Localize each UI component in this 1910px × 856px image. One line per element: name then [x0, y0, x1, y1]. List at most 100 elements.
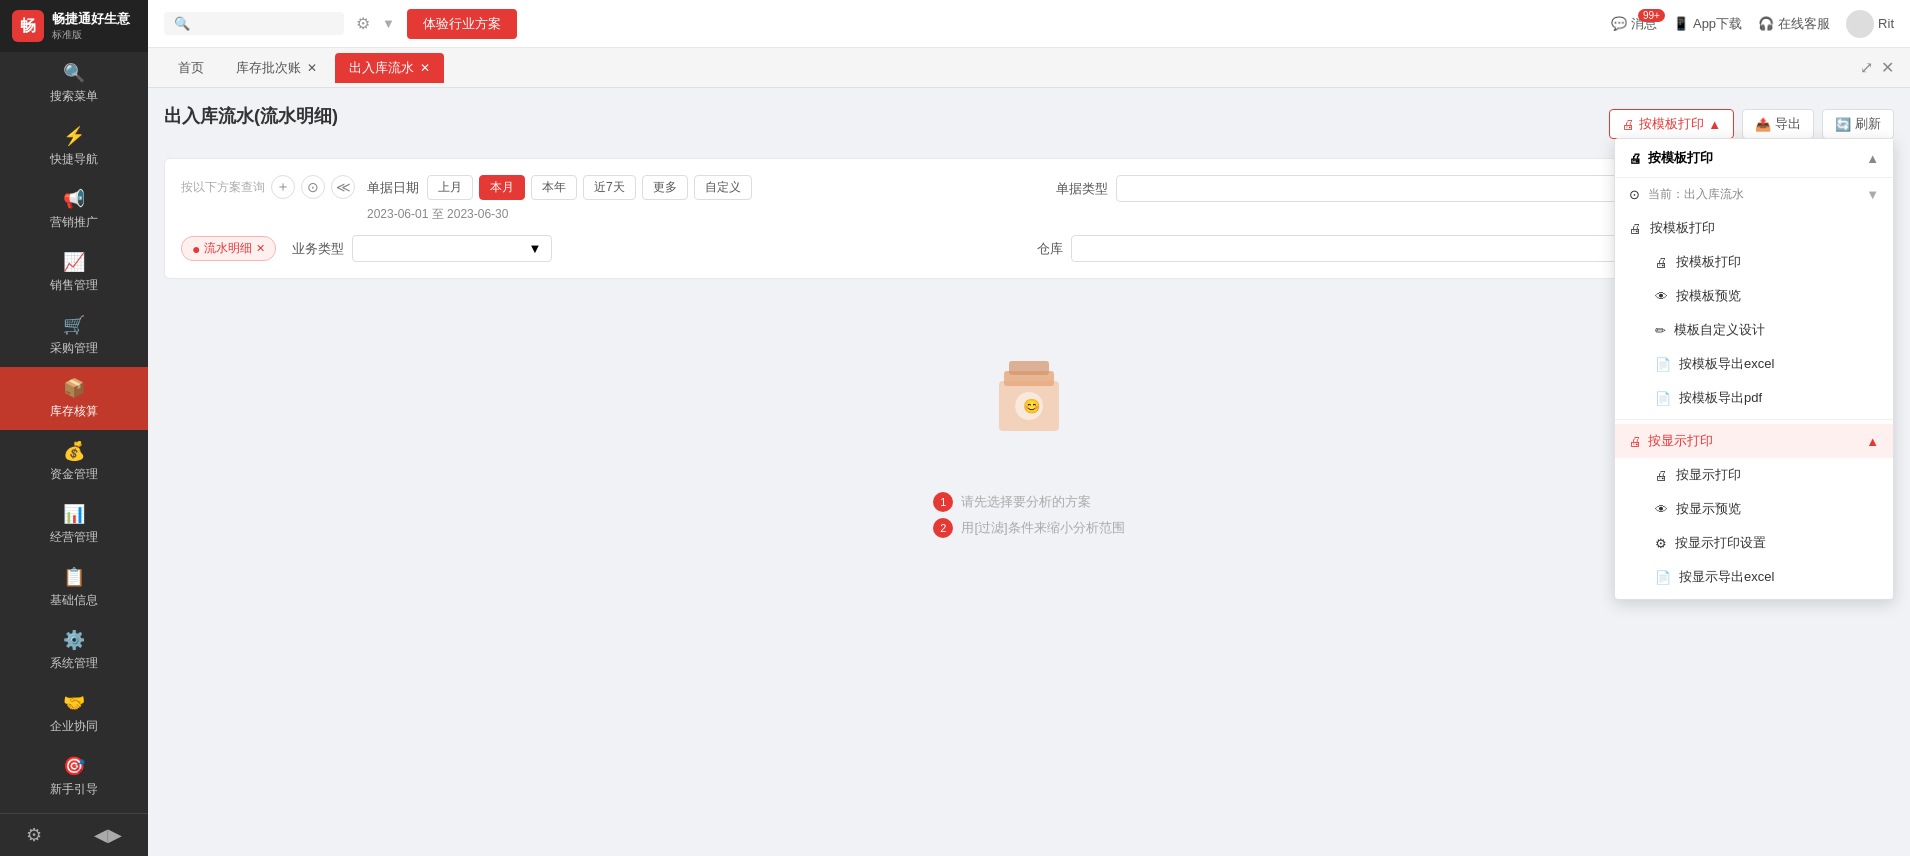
sidebar-item-collab[interactable]: 🤝 企业协同 [0, 682, 148, 745]
app-download-label: App下载 [1693, 15, 1742, 33]
chevron-up-icon: ▲ [1708, 117, 1721, 132]
template-preview-icon: 👁 [1655, 289, 1668, 304]
sidebar-item-search[interactable]: 🔍 搜索菜单 [0, 52, 148, 115]
display-preview-item[interactable]: 👁 按显示预览 [1615, 492, 1893, 526]
display-export-pdf-item[interactable]: 📄 按显示导出pdf [1615, 594, 1893, 599]
sidebar-item-marketing[interactable]: 📢 营销推广 [0, 178, 148, 241]
sidebar-label-guide: 新手引导 [50, 781, 98, 798]
biz-type-select[interactable]: ▼ [352, 235, 552, 262]
export-btn[interactable]: 📤 导出 [1742, 109, 1814, 139]
add-filter-btn[interactable]: ＋ [271, 175, 295, 199]
display-print-group-icon: 🖨 [1629, 434, 1642, 449]
sidebar-item-basic[interactable]: 📋 基础信息 [0, 556, 148, 619]
sidebar-item-system[interactable]: ⚙️ 系统管理 [0, 619, 148, 682]
sidebar-settings-icon[interactable]: ⚙ [26, 824, 42, 846]
sidebar-label-collab: 企业协同 [50, 718, 98, 735]
sidebar-collapse-icon[interactable]: ◀▶ [94, 824, 122, 846]
empty-step1: 1 请先选择要分析的方案 [933, 492, 1124, 512]
sidebar-item-inventory[interactable]: 📦 库存核算 [0, 367, 148, 430]
date-btn-7days[interactable]: 近7天 [583, 175, 636, 200]
current-chevron[interactable]: ▼ [1866, 187, 1879, 202]
date-btn-last-month[interactable]: 上月 [427, 175, 473, 200]
display-print-item[interactable]: 🖨 按显示打印 [1615, 458, 1893, 492]
online-service-btn[interactable]: 🎧 在线客服 [1758, 15, 1830, 33]
filter-tag[interactable]: ● 流水明细 ✕ [181, 236, 276, 261]
display-print-settings-item[interactable]: ⚙ 按显示打印设置 [1615, 526, 1893, 560]
tag-close-icon[interactable]: ✕ [256, 242, 265, 255]
date-btn-this-month[interactable]: 本月 [479, 175, 525, 200]
lightning-icon: ⚡ [63, 125, 85, 147]
template-export-pdf-item[interactable]: 📄 按模板导出pdf [1615, 381, 1893, 415]
app-download-btn[interactable]: 📱 App下载 [1673, 15, 1742, 33]
sidebar-item-purchase[interactable]: 🛒 采购管理 [0, 304, 148, 367]
notification-btn[interactable]: 💬 消息 99+ [1611, 15, 1657, 33]
notification-badge: 99+ [1638, 9, 1665, 22]
template-export-excel-item[interactable]: 📄 按模板导出excel [1615, 347, 1893, 381]
template-export-excel-label: 按模板导出excel [1679, 355, 1774, 373]
date-btn-custom[interactable]: 自定义 [694, 175, 752, 200]
display-preview-icon: 👁 [1655, 502, 1668, 517]
refresh-btn[interactable]: 🔄 刷新 [1822, 109, 1894, 139]
sidebar-label-finance: 资金管理 [50, 466, 98, 483]
bell-icon: 💬 [1611, 16, 1627, 31]
topbar-divider-icon: ▼ [382, 16, 395, 31]
sidebar-bottom: ⚙ ◀▶ [0, 813, 148, 856]
sidebar-item-finance[interactable]: 💰 资金管理 [0, 430, 148, 493]
filter-more-btn[interactable]: ≪ [331, 175, 355, 199]
sidebar-label-purchase: 采购管理 [50, 340, 98, 357]
search-input[interactable] [196, 16, 316, 31]
sidebar-label-system: 系统管理 [50, 655, 98, 672]
dropdown-title: 按模板打印 [1648, 149, 1713, 167]
dropdown-scroll: 🖨 按模板打印 ▲ ⊙ 当前：出入库流水 ▼ 🖨 按模板打印 [1615, 139, 1893, 599]
date-options: 上月 本月 本年 近7天 更多 自定义 [427, 175, 752, 200]
page-content: 出入库流水(流水明细) 🖨 按模板打印 ▲ 📤 导出 🔄 刷新 [148, 88, 1910, 856]
display-print-chevron[interactable]: ▲ [1866, 434, 1879, 449]
tab-inventory-batch-close[interactable]: ✕ [307, 61, 317, 75]
display-print-group[interactable]: 🖨 按显示打印 ▲ [1615, 424, 1893, 458]
template-export-pdf-label: 按模板导出pdf [1679, 389, 1762, 407]
tab-close-all-btn[interactable]: ✕ [1881, 58, 1894, 77]
sidebar-item-quick-nav[interactable]: ⚡ 快捷导航 [0, 115, 148, 178]
sidebar-label-operation: 经营管理 [50, 529, 98, 546]
template-custom-item[interactable]: ✏ 模板自定义设计 [1615, 313, 1893, 347]
sidebar-label-quick-nav: 快捷导航 [50, 151, 98, 168]
template-print-item[interactable]: 🖨 按模板打印 [1615, 245, 1893, 279]
filter-settings-btn[interactable]: ⊙ [301, 175, 325, 199]
warehouse-label: 仓库 [1037, 240, 1063, 258]
display-export-excel-item[interactable]: 📄 按显示导出excel [1615, 560, 1893, 594]
search-box[interactable]: 🔍 [164, 12, 344, 35]
industry-btn[interactable]: 体验行业方案 [407, 9, 517, 39]
tab-home[interactable]: 首页 [164, 53, 218, 83]
tab-expand-btn[interactable]: ⤢ [1860, 58, 1873, 77]
sidebar-item-guide[interactable]: 🎯 新手引导 [0, 745, 148, 808]
tab-inventory-batch[interactable]: 库存批次账 ✕ [222, 53, 331, 83]
template-print-group-label: 按模板打印 [1650, 219, 1715, 237]
tab-inout-flow-close[interactable]: ✕ [420, 61, 430, 75]
tab-inout-flow[interactable]: 出入库流水 ✕ [335, 53, 444, 83]
tab-inventory-batch-label: 库存批次账 [236, 59, 301, 77]
refresh-icon: 🔄 [1835, 117, 1851, 132]
template-print-group[interactable]: 🖨 按模板打印 [1615, 211, 1893, 245]
empty-illustration: 😊 [979, 351, 1079, 470]
date-filter-label: 单据日期 [367, 179, 419, 197]
online-service-label: 在线客服 [1778, 15, 1830, 33]
display-print-label: 按显示打印 [1676, 466, 1741, 484]
topbar-gear-icon[interactable]: ⚙ [356, 14, 370, 33]
sidebar-item-operation[interactable]: 📊 经营管理 [0, 493, 148, 556]
sidebar-label-search: 搜索菜单 [50, 88, 98, 105]
sidebar: 畅 畅捷通好生意 标准版 🔍 搜索菜单 ⚡ 快捷导航 📢 营销推广 📈 销售管理… [0, 0, 148, 856]
template-custom-icon: ✏ [1655, 323, 1666, 338]
date-btn-more[interactable]: 更多 [642, 175, 688, 200]
print-dropdown-btn[interactable]: 🖨 按模板打印 ▲ [1609, 109, 1734, 139]
date-btn-this-year[interactable]: 本年 [531, 175, 577, 200]
template-preview-item[interactable]: 👁 按模板预览 [1615, 279, 1893, 313]
display-export-excel-label: 按显示导出excel [1679, 568, 1774, 586]
sidebar-item-sales[interactable]: 📈 销售管理 [0, 241, 148, 304]
template-excel-icon: 📄 [1655, 357, 1671, 372]
sidebar-label-marketing: 营销推广 [50, 214, 98, 231]
dropdown-chevron-up[interactable]: ▲ [1866, 151, 1879, 166]
logo-icon: 畅 [12, 10, 44, 42]
user-name: Rit [1878, 16, 1894, 31]
export-btn-label: 导出 [1775, 115, 1801, 133]
user-avatar-btn[interactable]: Rit [1846, 10, 1894, 38]
